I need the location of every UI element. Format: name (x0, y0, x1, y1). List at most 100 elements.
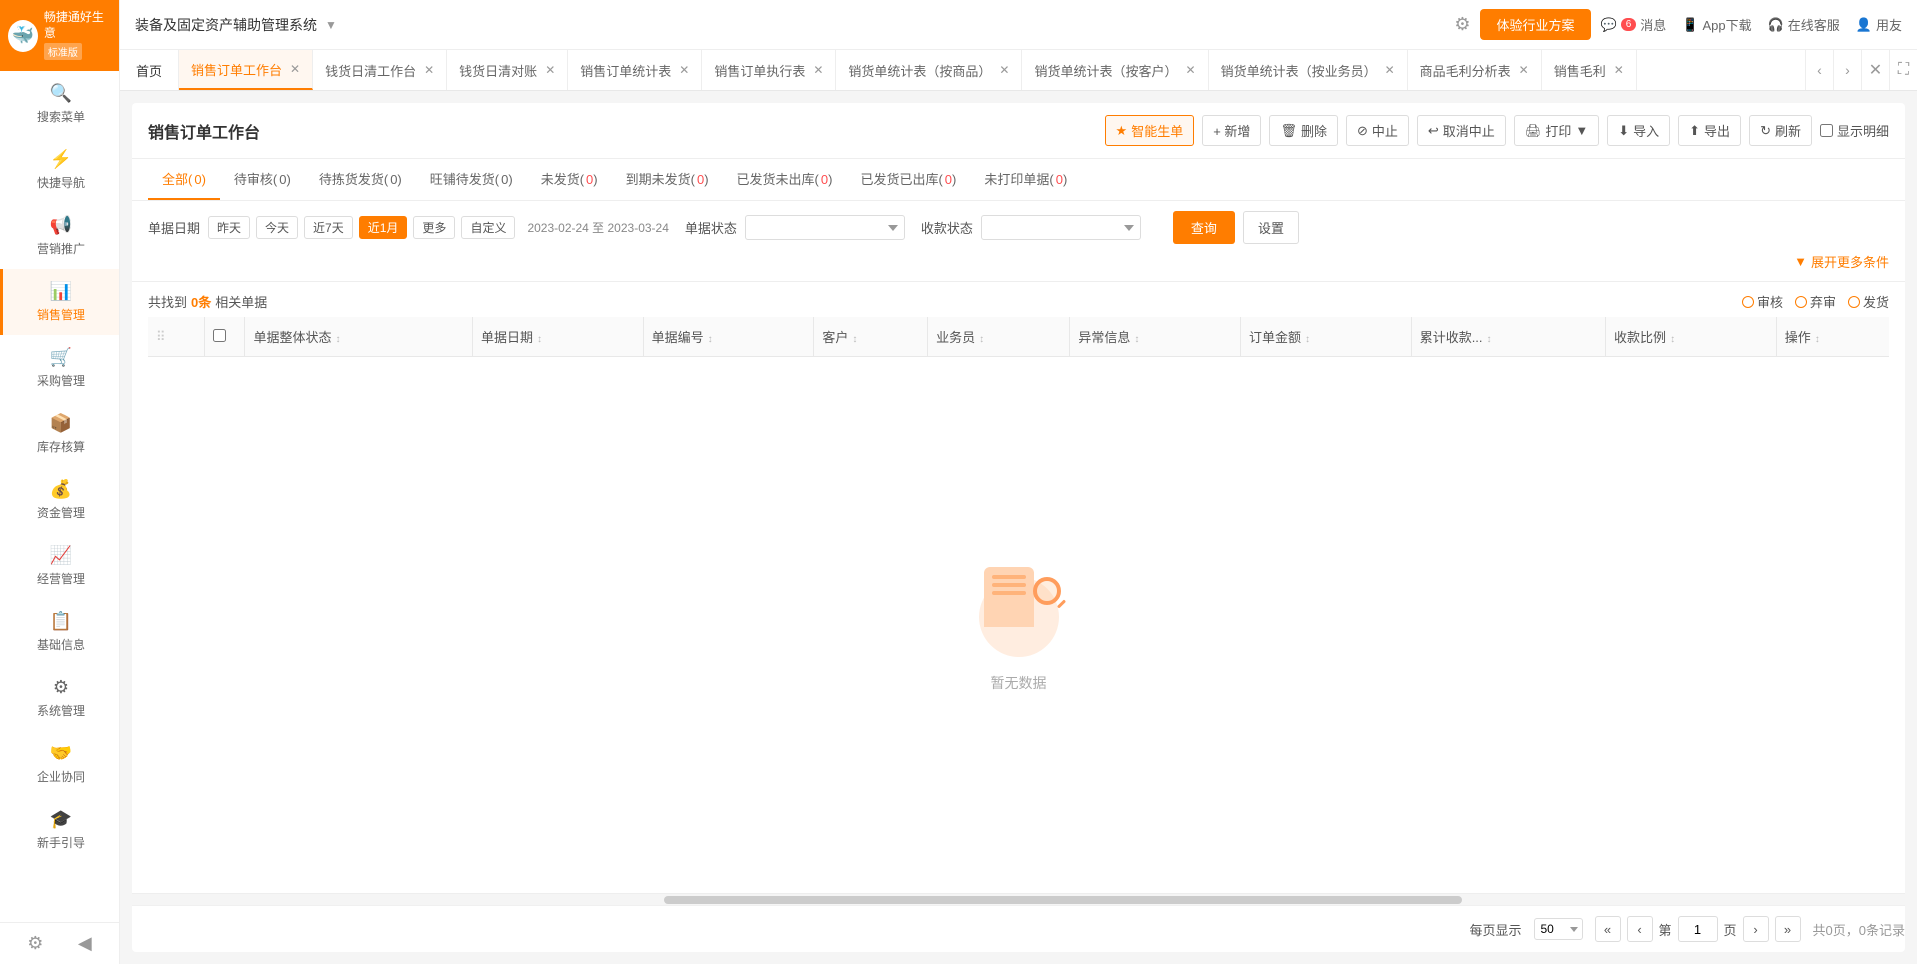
message-item[interactable]: 💬 6 消息 (1601, 15, 1667, 34)
sub-tab-wangpu[interactable]: 旺铺待发货(0) (416, 159, 527, 200)
date-btn-昨天[interactable]: 昨天 (208, 216, 250, 239)
sidebar-item-purchase[interactable]: 🛒 采购管理 (0, 335, 119, 401)
sidebar-item-marketing[interactable]: 📢 营销推广 (0, 203, 119, 269)
action-ship[interactable]: 发货 (1848, 292, 1889, 311)
sidebar-item-system[interactable]: ⚙ 系统管理 (0, 665, 119, 731)
per-page-label: 每页显示 (1469, 920, 1521, 939)
sub-tab-not-shipped[interactable]: 未发货(0) (527, 159, 612, 200)
tab-close-icon[interactable]: ✕ (1614, 63, 1624, 77)
sidebar-item-basic[interactable]: 📋 基础信息 (0, 599, 119, 665)
sidebar-item-sales[interactable]: 📊 销售管理 (0, 269, 119, 335)
tabbar-expand[interactable]: ⛶ (1889, 50, 1917, 90)
page-input[interactable] (1678, 916, 1718, 942)
empty-doc (984, 567, 1034, 627)
user-item[interactable]: 👤 用友 (1856, 15, 1902, 34)
sidebar-item-label: 搜索菜单 (37, 108, 85, 125)
tab-profit-analysis[interactable]: 商品毛利分析表✕ (1408, 50, 1542, 90)
settings-bottom-icon[interactable]: ⚙ (27, 933, 43, 954)
export-btn[interactable]: ⬆ 导出 (1678, 115, 1741, 146)
print-btn[interactable]: 🖨 打印 ▼ (1514, 115, 1599, 146)
import-btn[interactable]: ⬇ 导入 (1607, 115, 1670, 146)
tabbar-close-all[interactable]: ✕ (1861, 50, 1889, 90)
tab-close-icon[interactable]: ✕ (424, 63, 434, 77)
tab-close-icon[interactable]: ✕ (290, 62, 300, 76)
tab-close-icon[interactable]: ✕ (813, 63, 823, 77)
tab-goods-stats-customer[interactable]: 销货单统计表（按客户）✕ (1022, 50, 1208, 90)
tab-close-icon[interactable]: ✕ (1519, 63, 1529, 77)
tab-sales-workbench[interactable]: 销售订单工作台✕ (179, 50, 313, 90)
tab-cash-clear[interactable]: 钱货日清工作台✕ (313, 50, 447, 90)
action-unaudit[interactable]: 弃审 (1795, 292, 1836, 311)
date-btn-自定义[interactable]: 自定义 (461, 216, 515, 239)
scroll-thumb[interactable] (664, 896, 1462, 904)
sub-tab-shipped-out[interactable]: 已发货已出库(0) (846, 159, 970, 200)
sidebar-menu: 🔍 搜索菜单 ⚡ 快捷导航 📢 营销推广 📊 销售管理 🛒 采购管理 📦 库存核… (0, 71, 119, 922)
table-summary: 共找到 0条 相关单据 审核 弃审 发货 (148, 282, 1889, 317)
sub-tab-shipped-not-out[interactable]: 已发货未出库(0) (723, 159, 847, 200)
tab-close-icon[interactable]: ✕ (999, 63, 1009, 77)
next-page-btn[interactable]: › (1743, 916, 1769, 942)
delete-btn[interactable]: 🗑 删除 (1269, 115, 1338, 146)
query-button[interactable]: 查询 (1173, 211, 1235, 244)
prev-page-btn[interactable]: ‹ (1627, 916, 1653, 942)
expand-filter[interactable]: ▼ 展开更多条件 (1794, 252, 1889, 271)
topbar-settings-icon[interactable]: ⚙ (1454, 14, 1470, 35)
tabbar-next-arrow[interactable]: › (1833, 50, 1861, 90)
service-item[interactable]: 🎧 在线客服 (1768, 15, 1840, 34)
tabbar-prev-arrow[interactable]: ‹ (1805, 50, 1833, 90)
sub-tab-pending-inspect[interactable]: 待拣货发货(0) (305, 159, 416, 200)
date-btn-近7天[interactable]: 近7天 (304, 216, 353, 239)
sidebar-item-inventory[interactable]: 📦 库存核算 (0, 401, 119, 467)
sub-tab-all[interactable]: 全部(0) (148, 159, 220, 200)
page-nav: « ‹ 第 页 › » (1595, 916, 1801, 942)
sidebar-item-label: 经营管理 (37, 570, 85, 587)
date-btn-今天[interactable]: 今天 (256, 216, 298, 239)
tab-close-icon[interactable]: ✕ (545, 63, 555, 77)
th-checkbox[interactable] (205, 317, 245, 357)
sub-tab-pending[interactable]: 待审核(0) (220, 159, 305, 200)
first-page-btn[interactable]: « (1595, 916, 1621, 942)
smart-btn[interactable]: ★ 智能生单 (1105, 115, 1195, 146)
sub-tab-overdue-not-shipped[interactable]: 到期未发货(0) (612, 159, 723, 200)
payment-select[interactable] (981, 215, 1141, 240)
show-detail-input[interactable] (1820, 124, 1833, 137)
status-select[interactable] (745, 215, 905, 240)
tab-goods-stats-product[interactable]: 销货单统计表（按商品）✕ (836, 50, 1022, 90)
content-area: 销售订单工作台 ★ 智能生单 + 新增 🗑 删除 ⊘ 中止 (120, 91, 1917, 964)
stop-btn[interactable]: ⊘ 中止 (1346, 115, 1409, 146)
scroll-area[interactable] (132, 893, 1905, 905)
cancel-stop-btn[interactable]: ↩ 取消中止 (1417, 115, 1506, 146)
tab-close-icon[interactable]: ✕ (679, 63, 689, 77)
add-btn[interactable]: + 新增 (1202, 115, 1261, 146)
tab-close-icon[interactable]: ✕ (1186, 63, 1196, 77)
app-download-item[interactable]: 📱 App下载 (1682, 15, 1751, 34)
sidebar-item-finance[interactable]: 💰 资金管理 (0, 467, 119, 533)
tab-goods-stats-staff[interactable]: 销货单统计表（按业务员）✕ (1209, 50, 1408, 90)
show-detail-checkbox[interactable]: 显示明细 (1820, 121, 1889, 140)
tab-home[interactable]: 首页 (120, 50, 179, 90)
tab-sales-profit[interactable]: 销售毛利✕ (1542, 50, 1637, 90)
sidebar-item-guide[interactable]: 🎓 新手引导 (0, 797, 119, 863)
tab-sales-stats[interactable]: 销售订单统计表✕ (568, 50, 702, 90)
user-icon: 👤 (1856, 17, 1872, 33)
collapse-icon[interactable]: ◀ (78, 933, 92, 954)
sub-tab-not-printed[interactable]: 未打印单据(0) (970, 159, 1081, 200)
sidebar-item-quick[interactable]: ⚡ 快捷导航 (0, 137, 119, 203)
trial-button[interactable]: 体验行业方案 (1480, 9, 1590, 40)
filter-settings-button[interactable]: 设置 (1243, 211, 1299, 244)
sidebar-item-operations[interactable]: 📈 经营管理 (0, 533, 119, 599)
action-audit[interactable]: 审核 (1742, 292, 1783, 311)
topbar-title-arrow[interactable]: ▼ (325, 18, 337, 32)
sidebar-item-corp[interactable]: 🤝 企业协同 (0, 731, 119, 797)
marketing-icon: 📢 (50, 215, 72, 236)
date-btn-更多[interactable]: 更多 (413, 216, 455, 239)
tab-cash-account[interactable]: 钱货日清对账✕ (447, 50, 568, 90)
tab-close-icon[interactable]: ✕ (1385, 63, 1395, 77)
tab-sales-exec[interactable]: 销售订单执行表✕ (702, 50, 836, 90)
per-page-select[interactable]: 50 100 200 (1534, 918, 1583, 940)
select-all-checkbox[interactable] (213, 329, 226, 342)
last-page-btn[interactable]: » (1775, 916, 1801, 942)
date-btn-近1月[interactable]: 近1月 (359, 216, 408, 239)
sidebar-item-search[interactable]: 🔍 搜索菜单 (0, 71, 119, 137)
refresh-btn[interactable]: ↻ 刷新 (1749, 115, 1812, 146)
